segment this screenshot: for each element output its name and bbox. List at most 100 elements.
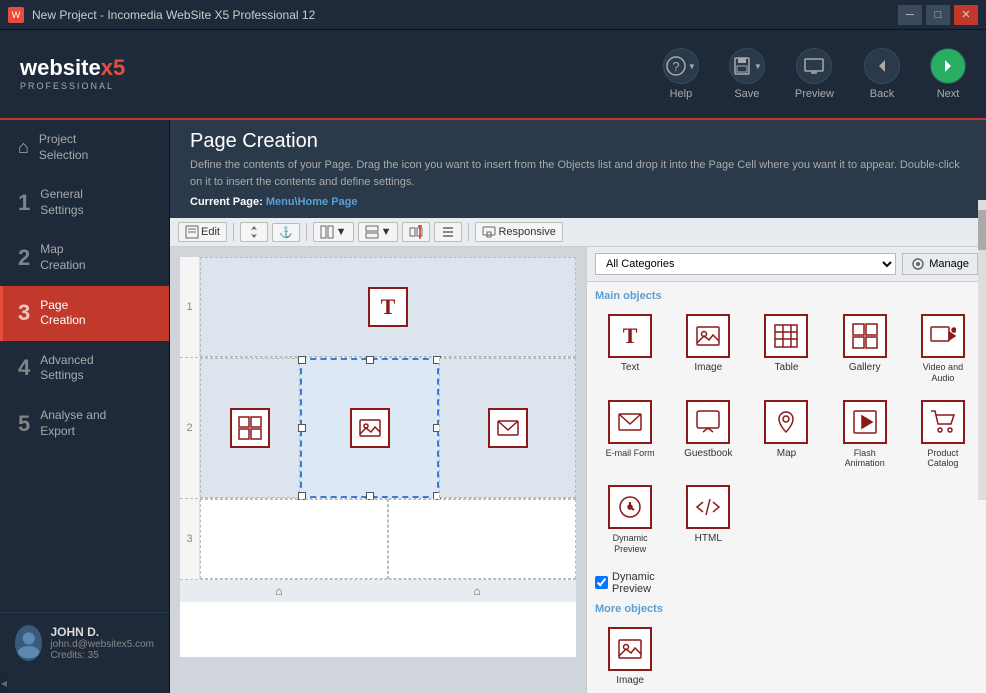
flash-animation-icon — [843, 400, 887, 444]
help-button[interactable]: ? ▼ Help — [663, 48, 699, 100]
more-objects-title: More objects — [595, 603, 978, 615]
minimize-button[interactable]: ─ — [898, 5, 922, 25]
close-button[interactable]: ✕ — [954, 5, 978, 25]
resize-tl[interactable] — [298, 356, 306, 364]
dynamic-preview-checkbox-label: DynamicPreview — [612, 571, 655, 595]
home-icon: ⌂ — [18, 137, 29, 158]
row-1-cells: T — [200, 257, 576, 357]
responsive-button[interactable]: Responsive — [475, 222, 562, 242]
add-col-button[interactable] — [402, 222, 430, 242]
editor-toolbar: Edit ⚓ ▼ ▼ — [170, 218, 986, 247]
anchor-button[interactable]: ⚓ — [272, 223, 300, 242]
cell-1-1[interactable]: T — [200, 257, 576, 357]
product-catalog-label: Product Catalog — [912, 448, 974, 470]
step-num-1: 1 — [18, 190, 30, 216]
scrollbar-thumb[interactable] — [978, 247, 986, 250]
next-button[interactable]: Next — [930, 48, 966, 100]
object-video-audio[interactable]: Video and Audio — [908, 310, 978, 388]
sidebar-collapse[interactable]: ◀ — [0, 673, 8, 693]
map-icon — [764, 400, 808, 444]
back-label: Back — [870, 88, 894, 100]
sidebar-item-page-creation[interactable]: 3 PageCreation — [0, 286, 169, 341]
sidebar-label-project: ProjectSelection — [39, 132, 88, 163]
align-button[interactable] — [434, 222, 462, 242]
back-button[interactable]: Back — [864, 48, 900, 100]
object-table[interactable]: Table — [751, 310, 821, 388]
window-controls[interactable]: ─ □ ✕ — [898, 5, 978, 25]
logo-text: websitex5 — [20, 57, 125, 79]
edit-label: Edit — [201, 226, 220, 238]
object-flash-animation[interactable]: Flash Animation — [830, 396, 900, 474]
preview-button[interactable]: Preview — [795, 48, 834, 100]
object-product-catalog[interactable]: Product Catalog — [908, 396, 978, 474]
cell-2-1[interactable] — [200, 358, 300, 498]
grid-row-2: 2 — [180, 358, 576, 499]
cell-3-1[interactable] — [200, 499, 388, 579]
resize-tm[interactable] — [366, 356, 374, 364]
scrollbar-track[interactable] — [978, 247, 986, 500]
cell-3-2[interactable] — [388, 499, 576, 579]
sidebar-item-map-creation[interactable]: 2 MapCreation — [0, 230, 169, 285]
dynamic-preview-label: Dynamic Preview — [599, 533, 661, 555]
grid-row-3: 3 — [180, 499, 576, 580]
resize-ml[interactable] — [298, 424, 306, 432]
preview-label: Preview — [795, 88, 834, 100]
gallery-label: Gallery — [849, 362, 881, 374]
main-objects-title: Main objects — [595, 290, 978, 302]
help-icon: ? ▼ — [663, 48, 699, 84]
help-label: Help — [670, 88, 693, 100]
sidebar-item-general-settings[interactable]: 1 GeneralSettings — [0, 175, 169, 230]
step-num-4: 4 — [18, 355, 30, 381]
cell-2-3[interactable] — [439, 358, 576, 498]
main-panel: Page Creation Define the contents of you… — [170, 120, 986, 693]
object-email-form[interactable]: E-mail Form — [595, 396, 665, 474]
object-dynamic-preview[interactable]: Dynamic Preview — [595, 481, 665, 559]
object-gallery[interactable]: Gallery — [830, 310, 900, 388]
sidebar-item-advanced-settings[interactable]: 4 AdvancedSettings — [0, 341, 169, 396]
window-title: New Project - Incomedia WebSite X5 Profe… — [32, 8, 898, 22]
object-text[interactable]: T Text — [595, 310, 665, 388]
save-button[interactable]: ▼ Save — [729, 48, 765, 100]
current-page: Current Page: Menu\Home Page — [190, 196, 966, 208]
grid-row-1: 1 T — [180, 257, 576, 358]
object-html[interactable]: HTML — [673, 481, 743, 559]
separator-3 — [468, 223, 469, 241]
step-num-2: 2 — [18, 245, 30, 271]
email-form-icon — [608, 400, 652, 444]
svg-text:?: ? — [672, 59, 679, 74]
move-button[interactable] — [240, 222, 268, 242]
object-map[interactable]: Map — [751, 396, 821, 474]
object-image[interactable]: Image — [673, 310, 743, 388]
objects-content: Main objects T Text — [587, 282, 986, 693]
footer-icon-2: ⌂ — [473, 584, 480, 598]
dynamic-preview-checkbox[interactable] — [595, 576, 608, 589]
spacing-button[interactable]: ▼ — [358, 222, 399, 242]
toolbar-actions: ? ▼ Help ▼ Save Preview — [663, 48, 966, 100]
app-icon: W — [8, 7, 24, 23]
maximize-button[interactable]: □ — [926, 5, 950, 25]
edit-button[interactable]: Edit — [178, 222, 227, 242]
sidebar-item-project-selection[interactable]: ⌂ ProjectSelection — [0, 120, 169, 175]
user-avatar — [15, 625, 42, 661]
page-canvas: 1 T 2 — [170, 247, 586, 693]
sidebar-label-analyse: Analyse andExport — [40, 408, 106, 439]
cols-button[interactable]: ▼ — [313, 222, 354, 242]
titlebar: W New Project - Incomedia WebSite X5 Pro… — [0, 0, 986, 30]
row-3-cells — [200, 499, 576, 579]
html-icon — [686, 485, 730, 529]
objects-grid: T Text Image — [595, 310, 978, 559]
user-footer: JOHN D. john.d@websitex5.com Credits: 35 — [0, 612, 169, 673]
responsive-label: Responsive — [498, 226, 555, 238]
guestbook-icon — [686, 400, 730, 444]
cell-2-2[interactable] — [300, 358, 439, 498]
back-icon — [864, 48, 900, 84]
sidebar-label-page: PageCreation — [40, 298, 85, 329]
manage-label: Manage — [929, 258, 969, 270]
object-guestbook[interactable]: Guestbook — [673, 396, 743, 474]
manage-button[interactable]: Manage — [902, 253, 978, 275]
category-select[interactable]: All Categories — [595, 253, 896, 275]
sidebar-item-analyse-export[interactable]: 5 Analyse andExport — [0, 396, 169, 451]
table-label: Table — [775, 362, 799, 374]
product-catalog-icon — [921, 400, 965, 444]
object-image-more[interactable]: Image — [595, 623, 665, 691]
